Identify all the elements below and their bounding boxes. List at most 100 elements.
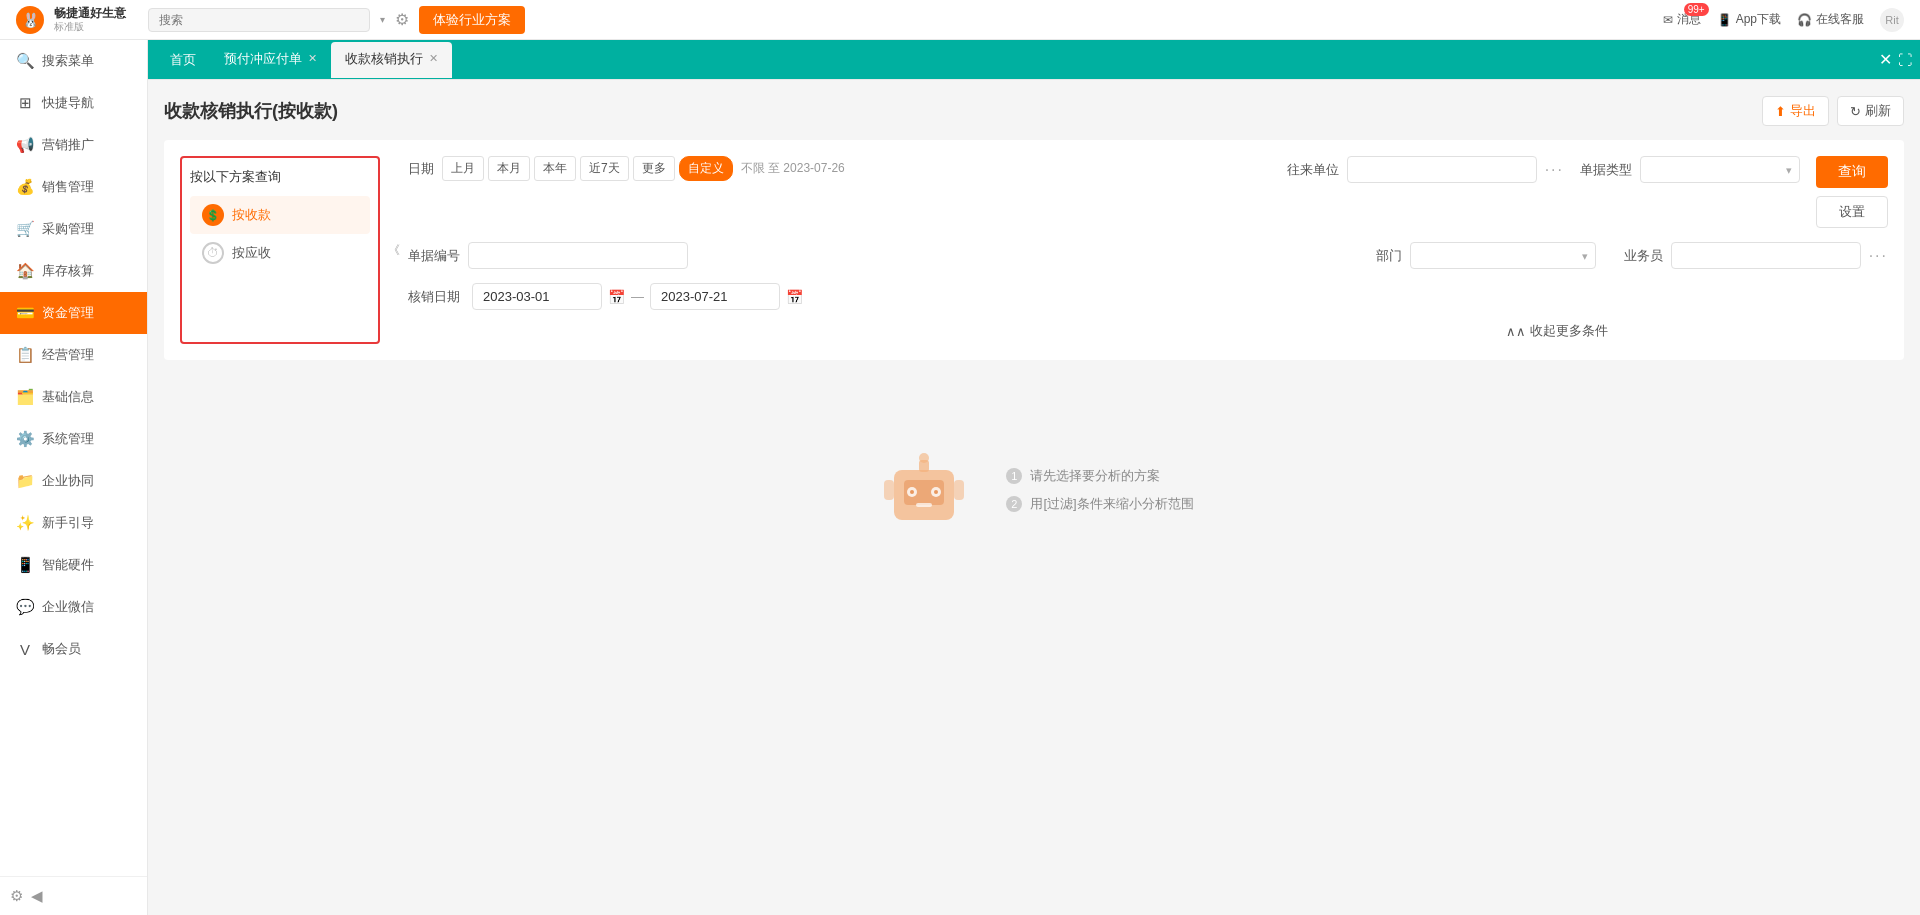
sidebar-item-marketing[interactable]: 📢 营销推广 xyxy=(0,124,147,166)
export-btn[interactable]: ⬆ 导出 xyxy=(1762,96,1829,126)
filter-option-by-collection[interactable]: 💲 按收款 xyxy=(190,196,370,234)
voucher-type-select-wrapper xyxy=(1640,156,1800,183)
enterprise-icon: 📁 xyxy=(16,472,34,490)
staff-input[interactable] xyxy=(1671,242,1861,269)
industry-btn[interactable]: 体验行业方案 xyxy=(419,6,525,34)
tip-num-1: 1 xyxy=(1006,468,1022,484)
sidebar-item-label: 经营管理 xyxy=(42,346,94,364)
sidebar-item-purchase[interactable]: 🛒 采购管理 xyxy=(0,208,147,250)
app-logo: 🐰 xyxy=(16,6,44,34)
staff-dots[interactable]: ··· xyxy=(1869,247,1888,265)
collapse-sidebar-icon[interactable]: ◀ xyxy=(31,887,43,905)
verify-date-end-input[interactable] xyxy=(650,283,780,310)
sidebar-item-wechat[interactable]: 💬 企业微信 xyxy=(0,586,147,628)
page-content: 收款核销执行(按收款) ⬆ 导出 ↻ 刷新 按以下方案查询 xyxy=(148,80,1920,915)
svg-point-5 xyxy=(934,490,938,494)
bottom-gear-icon[interactable]: ⚙ xyxy=(10,887,23,905)
top-bar-right: ✉ 消息 99+ 📱 App下载 🎧 在线客服 Rit xyxy=(1663,8,1904,32)
query-btn[interactable]: 查询 xyxy=(1816,156,1888,188)
message-btn[interactable]: ✉ 消息 99+ xyxy=(1663,11,1701,28)
verify-date-end-icon[interactable]: 📅 xyxy=(786,289,803,305)
sidebar-item-label: 新手引导 xyxy=(42,514,94,532)
tab-home[interactable]: 首页 xyxy=(156,43,210,77)
warehouse-icon: 🏠 xyxy=(16,262,34,280)
date-btn-curr-month[interactable]: 本月 xyxy=(488,156,530,181)
collapse-more-row: ∧∧ 收起更多条件 xyxy=(408,318,1888,344)
sidebar-item-label: 企业微信 xyxy=(42,598,94,616)
settings-btn[interactable]: 设置 xyxy=(1816,196,1888,228)
brand-name: 畅捷通好生意 xyxy=(54,6,126,20)
verify-date-label: 核销日期 xyxy=(408,288,460,306)
counterpart-dots[interactable]: ··· xyxy=(1545,161,1564,179)
tab-bar-expand-icon[interactable]: ⛶ xyxy=(1898,52,1912,68)
sidebar-item-guide[interactable]: ✨ 新手引导 xyxy=(0,502,147,544)
counterpart-input[interactable] xyxy=(1347,156,1537,183)
wechat-icon: 💬 xyxy=(16,598,34,616)
date-btn-prev-month[interactable]: 上月 xyxy=(442,156,484,181)
sidebar-item-search[interactable]: 🔍 搜索菜单 xyxy=(0,40,147,82)
filter-row-3: 核销日期 📅 — 📅 xyxy=(408,283,1888,310)
app-icon: 📱 xyxy=(1717,13,1732,27)
finance-icon: 💳 xyxy=(16,304,34,322)
app-download-label: App下载 xyxy=(1736,11,1781,28)
verify-date-start-input[interactable] xyxy=(472,283,602,310)
sidebar-item-label: 营销推广 xyxy=(42,136,94,154)
sidebar-item-sales[interactable]: 💰 销售管理 xyxy=(0,166,147,208)
tab-bar-close-icon[interactable]: ✕ xyxy=(1879,50,1892,69)
sidebar-item-member[interactable]: V 畅会员 xyxy=(0,628,147,670)
collapse-more-label: 收起更多条件 xyxy=(1530,322,1608,340)
grid-icon: ⊞ xyxy=(16,94,34,112)
refresh-btn[interactable]: ↻ 刷新 xyxy=(1837,96,1904,126)
sidebar-item-enterprise[interactable]: 📁 企业协同 xyxy=(0,460,147,502)
brand-sub: 标准版 xyxy=(54,21,126,33)
sidebar-item-quick-nav[interactable]: ⊞ 快捷导航 xyxy=(0,82,147,124)
date-range-text: 不限 至 2023-07-26 xyxy=(741,160,845,177)
sidebar-item-label: 采购管理 xyxy=(42,220,94,238)
money-icon: 💰 xyxy=(16,178,34,196)
svg-rect-10 xyxy=(954,480,964,500)
page-actions: ⬆ 导出 ↻ 刷新 xyxy=(1762,96,1904,126)
search-input[interactable] xyxy=(148,8,370,32)
user-avatar[interactable]: Rit xyxy=(1880,8,1904,32)
settings-icon[interactable]: ⚙ xyxy=(395,10,409,29)
dept-select[interactable] xyxy=(1410,242,1596,269)
sidebar-item-label: 资金管理 xyxy=(42,304,94,322)
sidebar-item-basic[interactable]: 🗂️ 基础信息 xyxy=(0,376,147,418)
date-btn-custom[interactable]: 自定义 xyxy=(679,156,733,181)
tab-prepay[interactable]: 预付冲应付单 ✕ xyxy=(210,42,331,78)
filter-collapse-toggle[interactable]: 《 xyxy=(384,156,404,344)
sidebar-item-finance[interactable]: 💳 资金管理 xyxy=(0,292,147,334)
chevron-down-icon[interactable]: ▾ xyxy=(380,14,385,25)
sidebar-item-inventory[interactable]: 🏠 库存核算 xyxy=(0,250,147,292)
filter-staff-section: 业务员 ··· xyxy=(1624,242,1888,269)
date-btn-curr-year[interactable]: 本年 xyxy=(534,156,576,181)
receivable-icon: ⏱ xyxy=(202,242,224,264)
tab-close-prepay[interactable]: ✕ xyxy=(308,52,317,65)
tab-close-collection[interactable]: ✕ xyxy=(429,52,438,65)
sidebar-item-hardware[interactable]: 📱 智能硬件 xyxy=(0,544,147,586)
tab-prepay-label: 预付冲应付单 xyxy=(224,50,302,68)
export-icon: ⬆ xyxy=(1775,104,1786,119)
sidebar-item-system[interactable]: ⚙️ 系统管理 xyxy=(0,418,147,460)
gear-icon: ⚙️ xyxy=(16,430,34,448)
online-service-btn[interactable]: 🎧 在线客服 xyxy=(1797,11,1864,28)
collapse-more-btn[interactable]: ∧∧ 收起更多条件 xyxy=(1506,318,1608,344)
refresh-icon: ↻ xyxy=(1850,104,1861,119)
empty-state-content: 1 请先选择要分析的方案 2 用[过滤]条件来缩小分析范围 xyxy=(874,440,1193,540)
hardware-icon: 📱 xyxy=(16,556,34,574)
main-layout: 🔍 搜索菜单 ⊞ 快捷导航 📢 营销推广 💰 销售管理 🛒 采购管理 🏠 库存核… xyxy=(0,40,1920,915)
voucher-type-select[interactable] xyxy=(1640,156,1800,183)
filter-option-collection-label: 按收款 xyxy=(232,206,271,224)
voucher-no-input[interactable] xyxy=(468,242,688,269)
sidebar-item-operation[interactable]: 📋 经营管理 xyxy=(0,334,147,376)
app-download-btn[interactable]: 📱 App下载 xyxy=(1717,11,1781,28)
date-btn-last7[interactable]: 近7天 xyxy=(580,156,629,181)
empty-illustration xyxy=(874,440,974,540)
verify-date-start-icon[interactable]: 📅 xyxy=(608,289,625,305)
verify-date-range: 📅 — 📅 xyxy=(472,283,803,310)
date-label: 日期 xyxy=(408,160,434,178)
filter-option-by-receivable[interactable]: ⏱ 按应收 xyxy=(190,234,370,272)
content-area: 首页 预付冲应付单 ✕ 收款核销执行 ✕ ✕ ⛶ 收款核销执行(按收款) ⬆ xyxy=(148,40,1920,915)
tab-collection[interactable]: 收款核销执行 ✕ xyxy=(331,42,452,78)
date-btn-more[interactable]: 更多 xyxy=(633,156,675,181)
